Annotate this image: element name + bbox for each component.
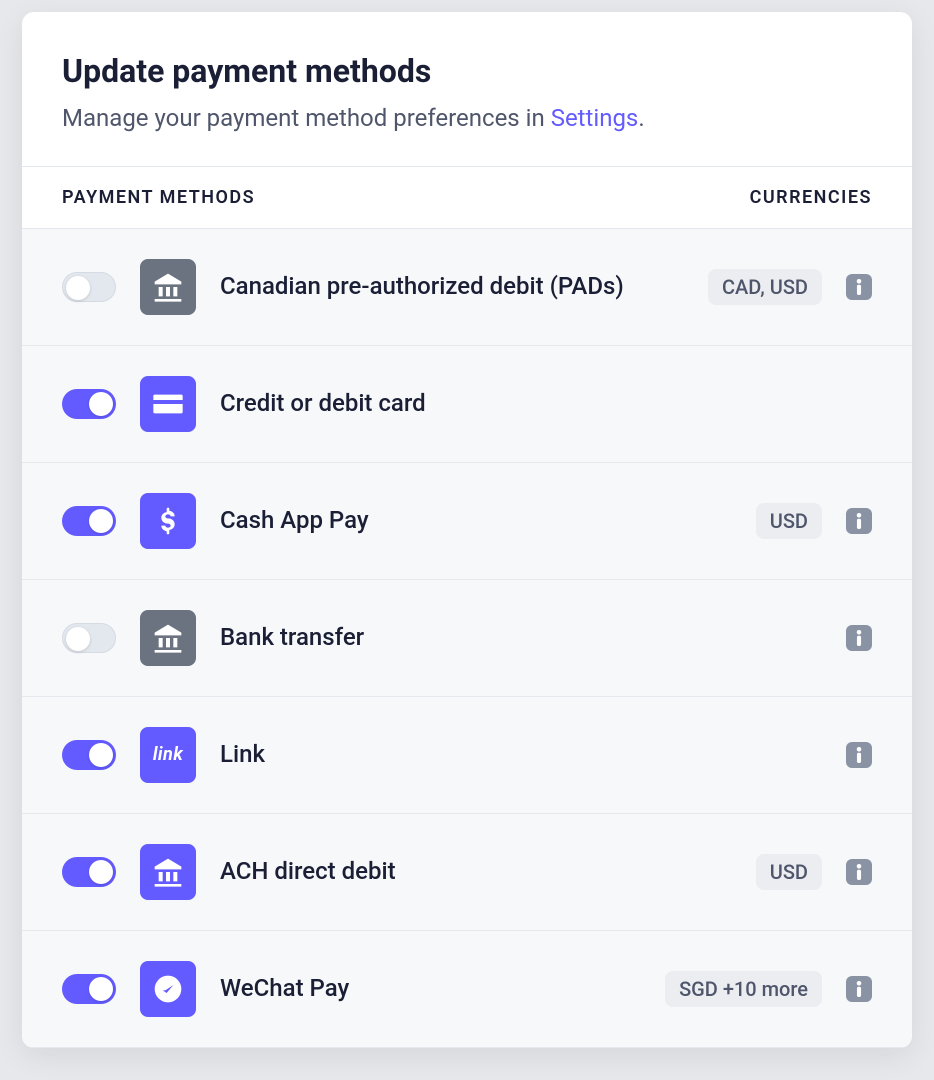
col-header-methods: PAYMENT METHODS [62,187,255,208]
toggle-knob [89,860,113,884]
payment-method-list: Canadian pre-authorized debit (PADs) CAD,… [22,229,912,1048]
info-icon[interactable] [846,976,872,1002]
bank-icon [140,259,196,315]
dollar-icon [140,493,196,549]
currency-badge: USD [756,854,822,890]
enable-toggle[interactable] [62,272,116,302]
payment-method-row: link Link [22,697,912,814]
toggle-knob [89,743,113,767]
payment-method-label: Link [220,739,822,770]
card-icon [140,376,196,432]
modal-header: Update payment methods Manage your payme… [22,12,912,166]
payment-method-row: Credit or debit card [22,346,912,463]
enable-toggle[interactable] [62,740,116,770]
toggle-knob [89,392,113,416]
toggle-knob [89,509,113,533]
toggle-knob [66,627,90,651]
payment-method-label: Bank transfer [220,622,822,653]
currency-badge: SGD +10 more [665,971,822,1007]
info-icon[interactable] [846,742,872,768]
payment-method-label: ACH direct debit [220,856,732,887]
subtitle-prefix: Manage your payment method preferences i… [62,104,551,132]
enable-toggle[interactable] [62,389,116,419]
info-icon[interactable] [846,625,872,651]
info-icon[interactable] [846,274,872,300]
currency-badge: CAD, USD [708,269,822,305]
payment-method-row: Canadian pre-authorized debit (PADs) CAD,… [22,229,912,346]
enable-toggle[interactable] [62,623,116,653]
link-icon: link [140,727,196,783]
payment-method-label: WeChat Pay [220,973,641,1004]
bank-icon [140,610,196,666]
payment-method-row: ACH direct debit USD [22,814,912,931]
payment-method-label: Cash App Pay [220,505,732,536]
enable-toggle[interactable] [62,506,116,536]
table-header: PAYMENT METHODS CURRENCIES [22,166,912,229]
wechat-icon [140,961,196,1017]
currency-badge: USD [756,503,822,539]
modal-subtitle: Manage your payment method preferences i… [62,102,872,136]
payment-method-row: WeChat Pay SGD +10 more [22,931,912,1048]
payment-method-row: Cash App Pay USD [22,463,912,580]
info-icon[interactable] [846,508,872,534]
payment-method-label: Credit or debit card [220,388,822,419]
subtitle-suffix: . [638,104,644,132]
toggle-knob [66,276,90,300]
payment-method-label: Canadian pre-authorized debit (PADs) [220,271,684,302]
col-header-currencies: CURRENCIES [750,187,872,208]
payment-method-row: Bank transfer [22,580,912,697]
modal-title: Update payment methods [62,52,872,90]
enable-toggle[interactable] [62,974,116,1004]
enable-toggle[interactable] [62,857,116,887]
payment-methods-modal: Update payment methods Manage your payme… [22,12,912,1048]
toggle-knob [89,977,113,1001]
bank-icon [140,844,196,900]
settings-link[interactable]: Settings [551,104,639,132]
info-icon[interactable] [846,859,872,885]
